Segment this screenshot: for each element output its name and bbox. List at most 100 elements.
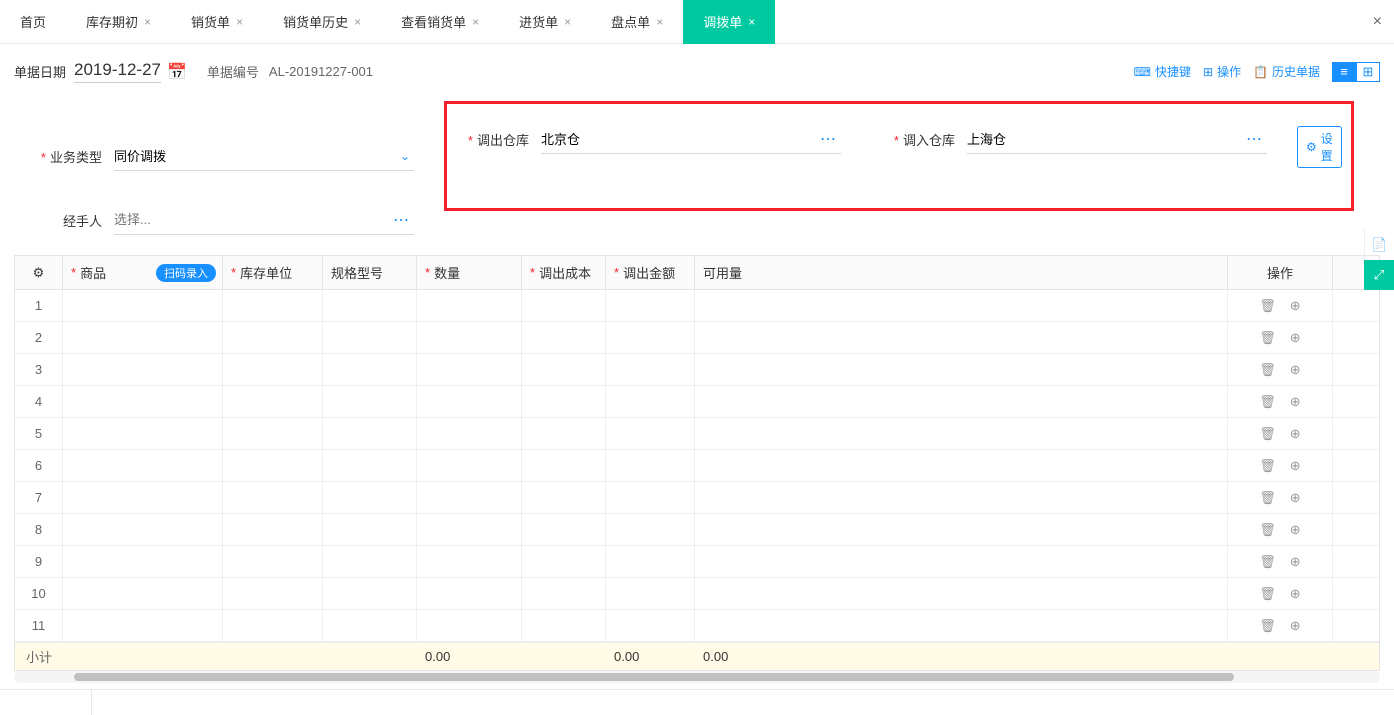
cell-product[interactable]: [63, 514, 223, 545]
add-row-icon[interactable]: ⊕: [1290, 458, 1301, 474]
cell-unit[interactable]: [223, 610, 323, 641]
table-row[interactable]: 4🗑⊕: [15, 386, 1379, 418]
chevron-down-icon[interactable]: ⌄: [400, 149, 410, 163]
tab-transfer[interactable]: 调拨单×: [683, 0, 775, 44]
biz-type-select[interactable]: ⌄: [114, 141, 414, 171]
cell-amt[interactable]: [606, 610, 695, 641]
cell-qty[interactable]: [417, 514, 522, 545]
ellipsis-icon[interactable]: ⋯: [1246, 129, 1263, 149]
close-icon[interactable]: ×: [748, 15, 755, 29]
cell-avail[interactable]: [695, 546, 1228, 577]
cell-spec[interactable]: [323, 514, 417, 545]
tab-view-sales[interactable]: 查看销货单×: [381, 0, 499, 44]
delete-row-icon[interactable]: 🗑: [1259, 298, 1276, 314]
table-row[interactable]: 1🗑⊕: [15, 290, 1379, 322]
add-row-icon[interactable]: ⊕: [1290, 554, 1301, 570]
cell-amt[interactable]: [606, 578, 695, 609]
cell-unit[interactable]: [223, 514, 323, 545]
cell-amt[interactable]: [606, 514, 695, 545]
cell-cost[interactable]: [522, 322, 606, 353]
cell-unit[interactable]: [223, 386, 323, 417]
delete-row-icon[interactable]: 🗑: [1259, 522, 1276, 538]
cell-qty[interactable]: [417, 482, 522, 513]
cell-product[interactable]: [63, 610, 223, 641]
cell-avail[interactable]: [695, 578, 1228, 609]
cell-spec[interactable]: [323, 450, 417, 481]
cell-product[interactable]: [63, 354, 223, 385]
cell-avail[interactable]: [695, 482, 1228, 513]
cell-amt[interactable]: [606, 290, 695, 321]
add-row-icon[interactable]: ⊕: [1290, 362, 1301, 378]
cell-cost[interactable]: [522, 482, 606, 513]
cell-qty[interactable]: [417, 450, 522, 481]
cell-qty[interactable]: [417, 546, 522, 577]
table-row[interactable]: 9🗑⊕: [15, 546, 1379, 578]
ellipsis-icon[interactable]: ⋯: [393, 210, 410, 230]
table-row[interactable]: 11🗑⊕: [15, 610, 1379, 642]
cell-product[interactable]: [63, 386, 223, 417]
cell-unit[interactable]: [223, 578, 323, 609]
cell-spec[interactable]: [323, 418, 417, 449]
close-icon[interactable]: ×: [354, 15, 361, 29]
history-link[interactable]: 📋历史单据: [1253, 63, 1320, 80]
cell-unit[interactable]: [223, 450, 323, 481]
cell-avail[interactable]: [695, 610, 1228, 641]
cell-unit[interactable]: [223, 322, 323, 353]
biz-type-input[interactable]: [114, 144, 414, 167]
add-row-icon[interactable]: ⊕: [1290, 394, 1301, 410]
close-all-icon[interactable]: ×: [1373, 13, 1382, 31]
tab-sales-order[interactable]: 销货单×: [171, 0, 263, 44]
cell-unit[interactable]: [223, 354, 323, 385]
close-icon[interactable]: ×: [656, 15, 663, 29]
cell-qty[interactable]: [417, 354, 522, 385]
close-icon[interactable]: ×: [564, 15, 571, 29]
cell-qty[interactable]: [417, 610, 522, 641]
cell-avail[interactable]: [695, 514, 1228, 545]
cell-product[interactable]: [63, 546, 223, 577]
cell-avail[interactable]: [695, 386, 1228, 417]
table-row[interactable]: 2🗑⊕: [15, 322, 1379, 354]
delete-row-icon[interactable]: 🗑: [1259, 618, 1276, 634]
table-row[interactable]: 6🗑⊕: [15, 450, 1379, 482]
cell-cost[interactable]: [522, 578, 606, 609]
cell-product[interactable]: [63, 290, 223, 321]
cell-cost[interactable]: [522, 450, 606, 481]
shortcut-link[interactable]: ⌨快捷键: [1134, 63, 1191, 80]
tab-inventory-initial[interactable]: 库存期初×: [66, 0, 171, 44]
cell-amt[interactable]: [606, 482, 695, 513]
delete-row-icon[interactable]: 🗑: [1259, 362, 1276, 378]
in-warehouse-input[interactable]: [967, 127, 1267, 150]
cell-unit[interactable]: [223, 290, 323, 321]
cell-spec[interactable]: [323, 546, 417, 577]
handler-input[interactable]: [114, 208, 414, 231]
cell-qty[interactable]: [417, 418, 522, 449]
add-row-icon[interactable]: ⊕: [1290, 330, 1301, 346]
cell-amt[interactable]: [606, 354, 695, 385]
add-row-icon[interactable]: ⊕: [1290, 298, 1301, 314]
cell-cost[interactable]: [522, 514, 606, 545]
settings-button[interactable]: ⚙设置: [1297, 126, 1342, 168]
card-view-button[interactable]: ⊞: [1356, 62, 1380, 82]
cell-cost[interactable]: [522, 354, 606, 385]
add-row-icon[interactable]: ⊕: [1290, 618, 1301, 634]
delete-row-icon[interactable]: 🗑: [1259, 490, 1276, 506]
cell-avail[interactable]: [695, 322, 1228, 353]
cell-product[interactable]: [63, 322, 223, 353]
scan-badge[interactable]: 扫码录入: [156, 264, 216, 282]
cell-qty[interactable]: [417, 386, 522, 417]
delete-row-icon[interactable]: 🗑: [1259, 330, 1276, 346]
scrollbar-thumb[interactable]: [74, 673, 1234, 681]
cell-qty[interactable]: [417, 322, 522, 353]
ellipsis-icon[interactable]: ⋯: [820, 129, 837, 149]
cell-cost[interactable]: [522, 610, 606, 641]
cell-unit[interactable]: [223, 418, 323, 449]
cell-spec[interactable]: [323, 578, 417, 609]
cell-amt[interactable]: [606, 546, 695, 577]
cell-cost[interactable]: [522, 418, 606, 449]
cell-avail[interactable]: [695, 418, 1228, 449]
cell-spec[interactable]: [323, 354, 417, 385]
handler-select[interactable]: ⋯: [114, 205, 414, 235]
cell-amt[interactable]: [606, 386, 695, 417]
delete-row-icon[interactable]: 🗑: [1259, 554, 1276, 570]
tab-purchase-order[interactable]: 进货单×: [499, 0, 591, 44]
